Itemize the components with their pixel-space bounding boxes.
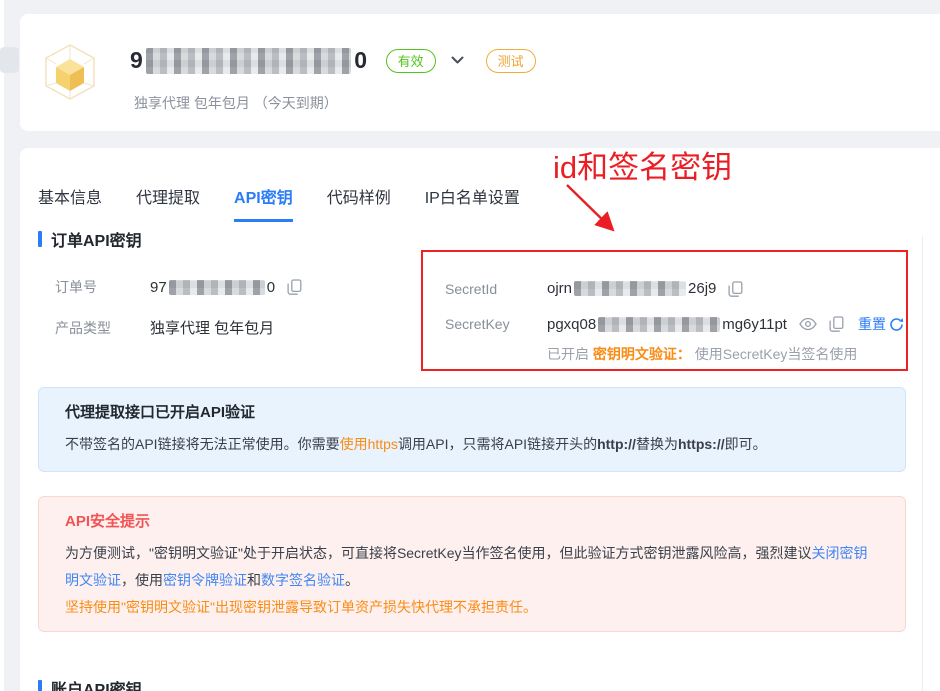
token-verification-link[interactable]: 密钥令牌验证 [163,572,247,588]
order-number-value: 970 [150,279,275,296]
reset-secret-key-button[interactable]: 重置 [858,314,904,334]
env-badge: 测试 [486,49,536,73]
section-accent-bar [38,680,42,691]
info-box-title: 代理提取接口已开启API验证 [65,401,879,422]
order-detail-card: 基本信息 代理提取 API密钥 代码样例 IP白名单设置 订单API密钥 订单号… [20,148,940,691]
tab-bar: 基本信息 代理提取 API密钥 代码样例 IP白名单设置 [38,184,520,222]
order-id-redacted: 90 [130,47,368,74]
order-number-row: 订单号 970 [55,277,302,297]
section-accent-bar [38,231,42,247]
digital-signature-link[interactable]: 数字签名验证 [261,572,345,588]
product-type-value: 独享代理 包年包月 [150,317,274,338]
order-api-key-section-title: 订单API密钥 [38,227,142,251]
order-subtitle: 独享代理 包年包月 （今天到期） [134,93,338,113]
info-box-body: 不带签名的API链接将无法正常使用。你需要使用https调用API，只需将API… [65,431,879,458]
redaction-mosaic [598,317,720,332]
tab-basic-info[interactable]: 基本信息 [38,184,102,222]
order-number-label: 订单号 [55,277,150,297]
secret-highlight-box: SecretId ojrn26j9 SecretKey pgxq08mg6y11… [421,250,908,371]
product-cube-icon [43,43,97,106]
secret-id-row: SecretId ojrn26j9 [445,280,743,297]
copy-icon[interactable] [287,279,302,295]
refresh-icon [889,317,904,332]
tab-proxy-extract[interactable]: 代理提取 [136,184,200,222]
warning-box-title: API安全提示 [65,510,879,531]
account-api-key-section-title: 账户API密钥 [38,676,142,691]
page: 90 有效 测试 独享代理 包年包月 （今天到期） 基本信息 代理提取 API密… [0,0,940,691]
warning-disclaimer: 坚持使用"密钥明文验证"出现密钥泄露导致订单资产损失快代理不承担责任。 [65,594,879,621]
secret-key-value: pgxq08mg6y11pt [547,316,787,333]
sidebar-collapse-handle[interactable] [0,47,19,73]
secret-key-label: SecretKey [445,316,547,332]
secret-key-row: SecretKey pgxq08mg6y11pt 重置 [445,314,904,334]
redaction-mosaic [169,280,265,295]
secret-id-label: SecretId [445,281,547,297]
api-verification-info-box: 代理提取接口已开启API验证 不带签名的API链接将无法正常使用。你需要使用ht… [38,387,906,472]
tab-ip-whitelist[interactable]: IP白名单设置 [425,184,520,222]
warning-box-body: 为方便测试，"密钥明文验证"处于开启状态，可直接将SecretKey当作签名使用… [65,540,879,594]
product-type-row: 产品类型 独享代理 包年包月 [55,317,274,338]
status-badge: 有效 [386,49,436,73]
product-type-label: 产品类型 [55,318,150,338]
order-header-card: 90 有效 测试 独享代理 包年包月 （今天到期） [20,14,940,131]
redaction-mosaic [574,281,686,296]
copy-icon[interactable] [728,281,743,297]
chevron-down-icon[interactable] [451,56,464,65]
plaintext-verification-note: 已开启 密钥明文验证： 使用SecretKey当签名使用 [547,344,857,364]
api-security-warning-box: API安全提示 为方便测试，"密钥明文验证"处于开启状态，可直接将SecretK… [38,496,906,632]
tab-api-key[interactable]: API密钥 [234,184,293,222]
redaction-mosaic [146,48,351,74]
annotation-arrow [555,181,635,251]
content-divider-line [922,236,923,691]
secret-id-value: ojrn26j9 [547,280,716,297]
eye-icon[interactable] [799,317,817,331]
tab-code-samples[interactable]: 代码样例 [327,184,391,222]
copy-icon[interactable] [829,316,844,332]
